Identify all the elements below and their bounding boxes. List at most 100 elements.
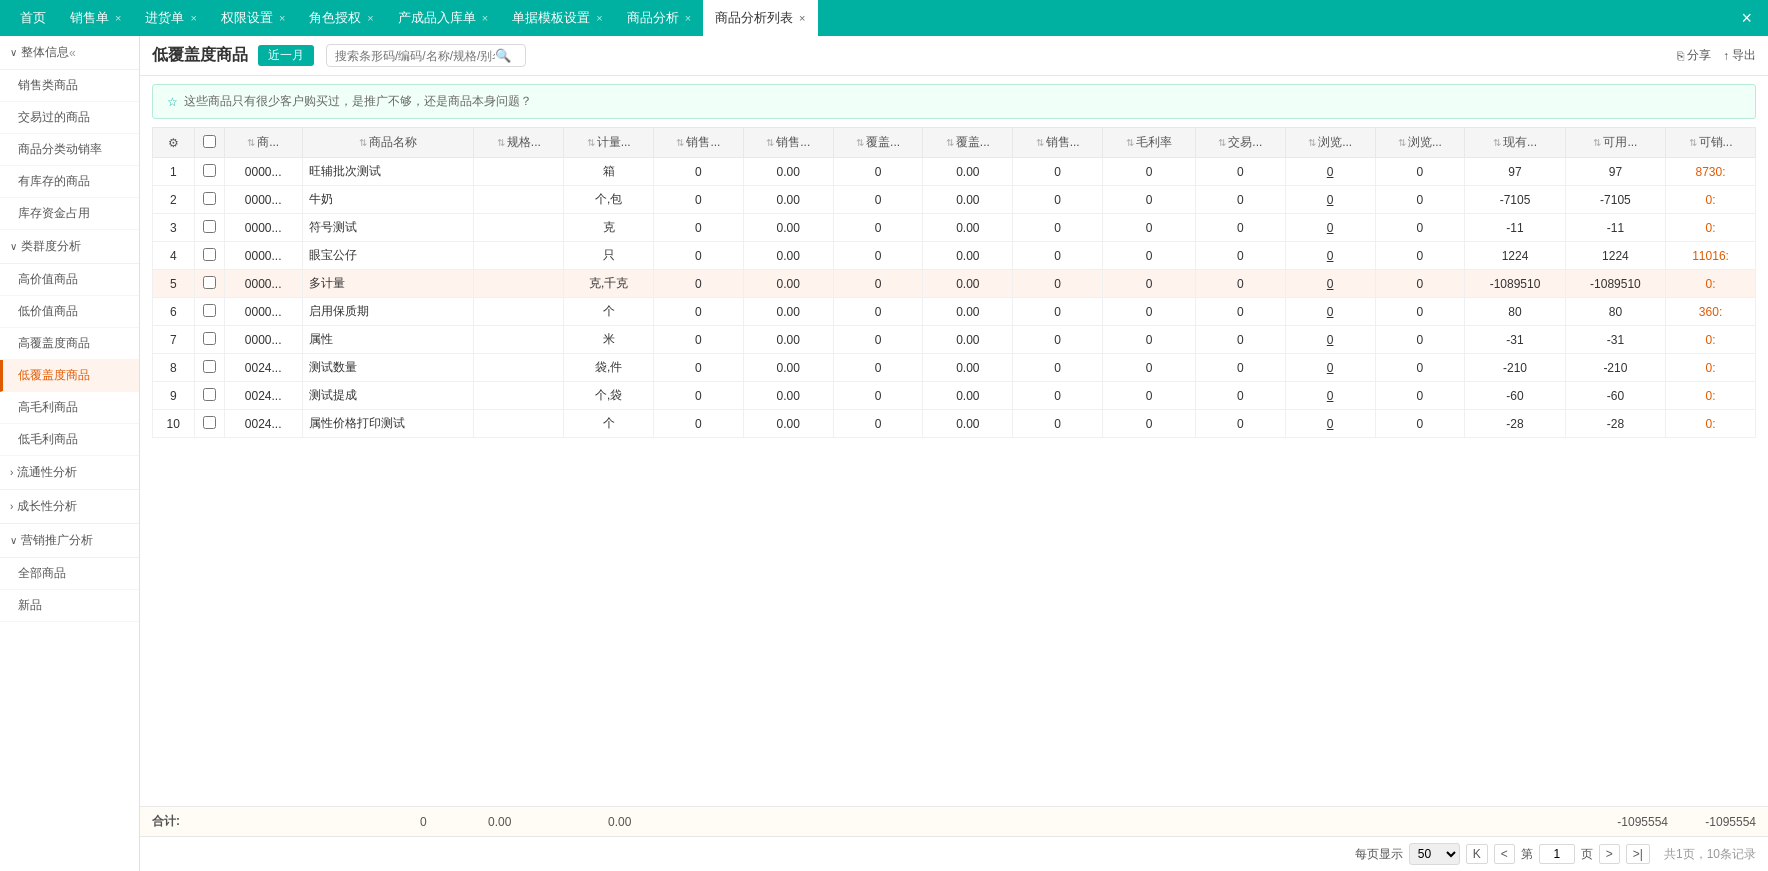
- sidebar-item-category-rate[interactable]: 商品分类动销率: [0, 134, 139, 166]
- nav-tab-sales[interactable]: 销售单 ×: [58, 0, 133, 36]
- table-cell[interactable]: [194, 158, 224, 186]
- table-cell: 0024...: [224, 382, 302, 410]
- first-page-button[interactable]: K: [1466, 844, 1488, 864]
- sales-qty-column-header[interactable]: ⇅销售...: [654, 128, 744, 158]
- search-icon[interactable]: 🔍: [495, 48, 511, 63]
- row-checkbox[interactable]: [203, 304, 216, 317]
- select-all-checkbox[interactable]: [203, 135, 216, 148]
- sidebar-item-high-gross[interactable]: 高毛利商品: [0, 392, 139, 424]
- row-checkbox[interactable]: [203, 192, 216, 205]
- table-cell[interactable]: [194, 298, 224, 326]
- table-cell[interactable]: [194, 410, 224, 438]
- table-cell[interactable]: [194, 354, 224, 382]
- sidebar-section-marketing[interactable]: ∨ 营销推广分析: [0, 524, 139, 558]
- table-cell: 测试数量: [302, 354, 474, 382]
- table-cell: [474, 242, 564, 270]
- available-column-header[interactable]: ⇅可用...: [1565, 128, 1665, 158]
- table-cell[interactable]: [194, 382, 224, 410]
- close-icon[interactable]: ×: [596, 12, 602, 24]
- per-page-select[interactable]: 50 20 100: [1409, 843, 1460, 865]
- table-cell[interactable]: [194, 214, 224, 242]
- page-number-input[interactable]: [1539, 844, 1575, 864]
- saleable-column-header[interactable]: ⇅可销...: [1666, 128, 1756, 158]
- row-checkbox[interactable]: [203, 388, 216, 401]
- table-cell[interactable]: [194, 326, 224, 354]
- table-cell[interactable]: [194, 186, 224, 214]
- main-layout: ∨ 整体信息 « 销售类商品 交易过的商品 商品分类动销率 有库存的商品 库存资…: [0, 36, 1768, 871]
- close-icon[interactable]: ×: [799, 12, 805, 24]
- spec-column-header[interactable]: ⇅规格...: [474, 128, 564, 158]
- sidebar-section-cluster[interactable]: ∨ 类群度分析: [0, 230, 139, 264]
- sidebar-item-low-gross[interactable]: 低毛利商品: [0, 424, 139, 456]
- row-checkbox[interactable]: [203, 164, 216, 177]
- trade-column-header[interactable]: ⇅交易...: [1195, 128, 1285, 158]
- nav-tab-role[interactable]: 角色授权 ×: [297, 0, 385, 36]
- gross-rate-column-header[interactable]: ⇅毛利率: [1103, 128, 1196, 158]
- table-cell[interactable]: [194, 242, 224, 270]
- row-checkbox[interactable]: [203, 248, 216, 261]
- checkbox-column-header[interactable]: [194, 128, 224, 158]
- table-cell: 0: [833, 214, 923, 242]
- sidebar-item-traded-goods[interactable]: 交易过的商品: [0, 102, 139, 134]
- table-cell: 0: [833, 382, 923, 410]
- close-icon[interactable]: ×: [279, 12, 285, 24]
- coverage1-column-header[interactable]: ⇅覆盖...: [833, 128, 923, 158]
- row-checkbox[interactable]: [203, 416, 216, 429]
- nav-tab-product-storage[interactable]: 产成品入库单 ×: [386, 0, 500, 36]
- current-stock-column-header[interactable]: ⇅现有...: [1465, 128, 1565, 158]
- table-cell: [474, 410, 564, 438]
- next-page-button[interactable]: >: [1599, 844, 1620, 864]
- table-cell: 0: [1013, 270, 1103, 298]
- coverage2-column-header[interactable]: ⇅覆盖...: [923, 128, 1013, 158]
- prev-page-button[interactable]: <: [1494, 844, 1515, 864]
- close-icon[interactable]: ×: [115, 12, 121, 24]
- export-button[interactable]: ↑ 导出: [1723, 47, 1756, 64]
- table-cell: 0.00: [923, 242, 1013, 270]
- sidebar-item-new-goods[interactable]: 新品: [0, 590, 139, 622]
- share-button[interactable]: ⎘ 分享: [1677, 47, 1711, 64]
- last-page-button[interactable]: >|: [1626, 844, 1650, 864]
- table-cell: 属性价格打印测试: [302, 410, 474, 438]
- table-cell: 0.00: [743, 242, 833, 270]
- sidebar-item-inventory-funds[interactable]: 库存资金占用: [0, 198, 139, 230]
- nav-tab-home[interactable]: 首页: [8, 0, 58, 36]
- name-column-header[interactable]: ⇅商品名称: [302, 128, 474, 158]
- row-checkbox[interactable]: [203, 332, 216, 345]
- sidebar-section-overall[interactable]: ∨ 整体信息 «: [0, 36, 139, 70]
- time-filter-button[interactable]: 近一月: [258, 45, 314, 66]
- sidebar-item-sales-goods[interactable]: 销售类商品: [0, 70, 139, 102]
- table-cell: 7: [153, 326, 195, 354]
- sidebar-item-high-value[interactable]: 高价值商品: [0, 264, 139, 296]
- table-cell[interactable]: [194, 270, 224, 298]
- sales-amt-column-header[interactable]: ⇅销售...: [743, 128, 833, 158]
- search-input[interactable]: [335, 49, 495, 63]
- collapse-button[interactable]: «: [69, 46, 76, 60]
- sidebar-section-circulation[interactable]: › 流通性分析: [0, 456, 139, 490]
- close-icon[interactable]: ×: [190, 12, 196, 24]
- browse2-column-header[interactable]: ⇅浏览...: [1375, 128, 1465, 158]
- nav-tab-purchase[interactable]: 进货单 ×: [133, 0, 208, 36]
- table-cell: 0: [1013, 382, 1103, 410]
- row-checkbox[interactable]: [203, 220, 216, 233]
- window-close-button[interactable]: ×: [1733, 8, 1760, 29]
- nav-tab-permission[interactable]: 权限设置 ×: [209, 0, 297, 36]
- sidebar-section-growth[interactable]: › 成长性分析: [0, 490, 139, 524]
- close-icon[interactable]: ×: [685, 12, 691, 24]
- sidebar-item-high-coverage[interactable]: 高覆盖度商品: [0, 328, 139, 360]
- sidebar-item-low-coverage[interactable]: 低覆盖度商品: [0, 360, 139, 392]
- row-checkbox[interactable]: [203, 276, 216, 289]
- browse1-column-header[interactable]: ⇅浏览...: [1285, 128, 1375, 158]
- nav-tab-template[interactable]: 单据模板设置 ×: [500, 0, 614, 36]
- sidebar-item-low-value[interactable]: 低价值商品: [0, 296, 139, 328]
- nav-tab-analysis[interactable]: 商品分析 ×: [615, 0, 703, 36]
- close-icon[interactable]: ×: [367, 12, 373, 24]
- code-column-header[interactable]: ⇅商...: [224, 128, 302, 158]
- close-icon[interactable]: ×: [482, 12, 488, 24]
- sidebar-item-in-stock-goods[interactable]: 有库存的商品: [0, 166, 139, 198]
- sidebar-item-all-goods[interactable]: 全部商品: [0, 558, 139, 590]
- unit-column-header[interactable]: ⇅计量...: [564, 128, 654, 158]
- nav-tab-analysis-list[interactable]: 商品分析列表 ×: [703, 0, 817, 36]
- row-checkbox[interactable]: [203, 360, 216, 373]
- sales3-column-header[interactable]: ⇅销售...: [1013, 128, 1103, 158]
- settings-column-header[interactable]: ⚙: [153, 128, 195, 158]
